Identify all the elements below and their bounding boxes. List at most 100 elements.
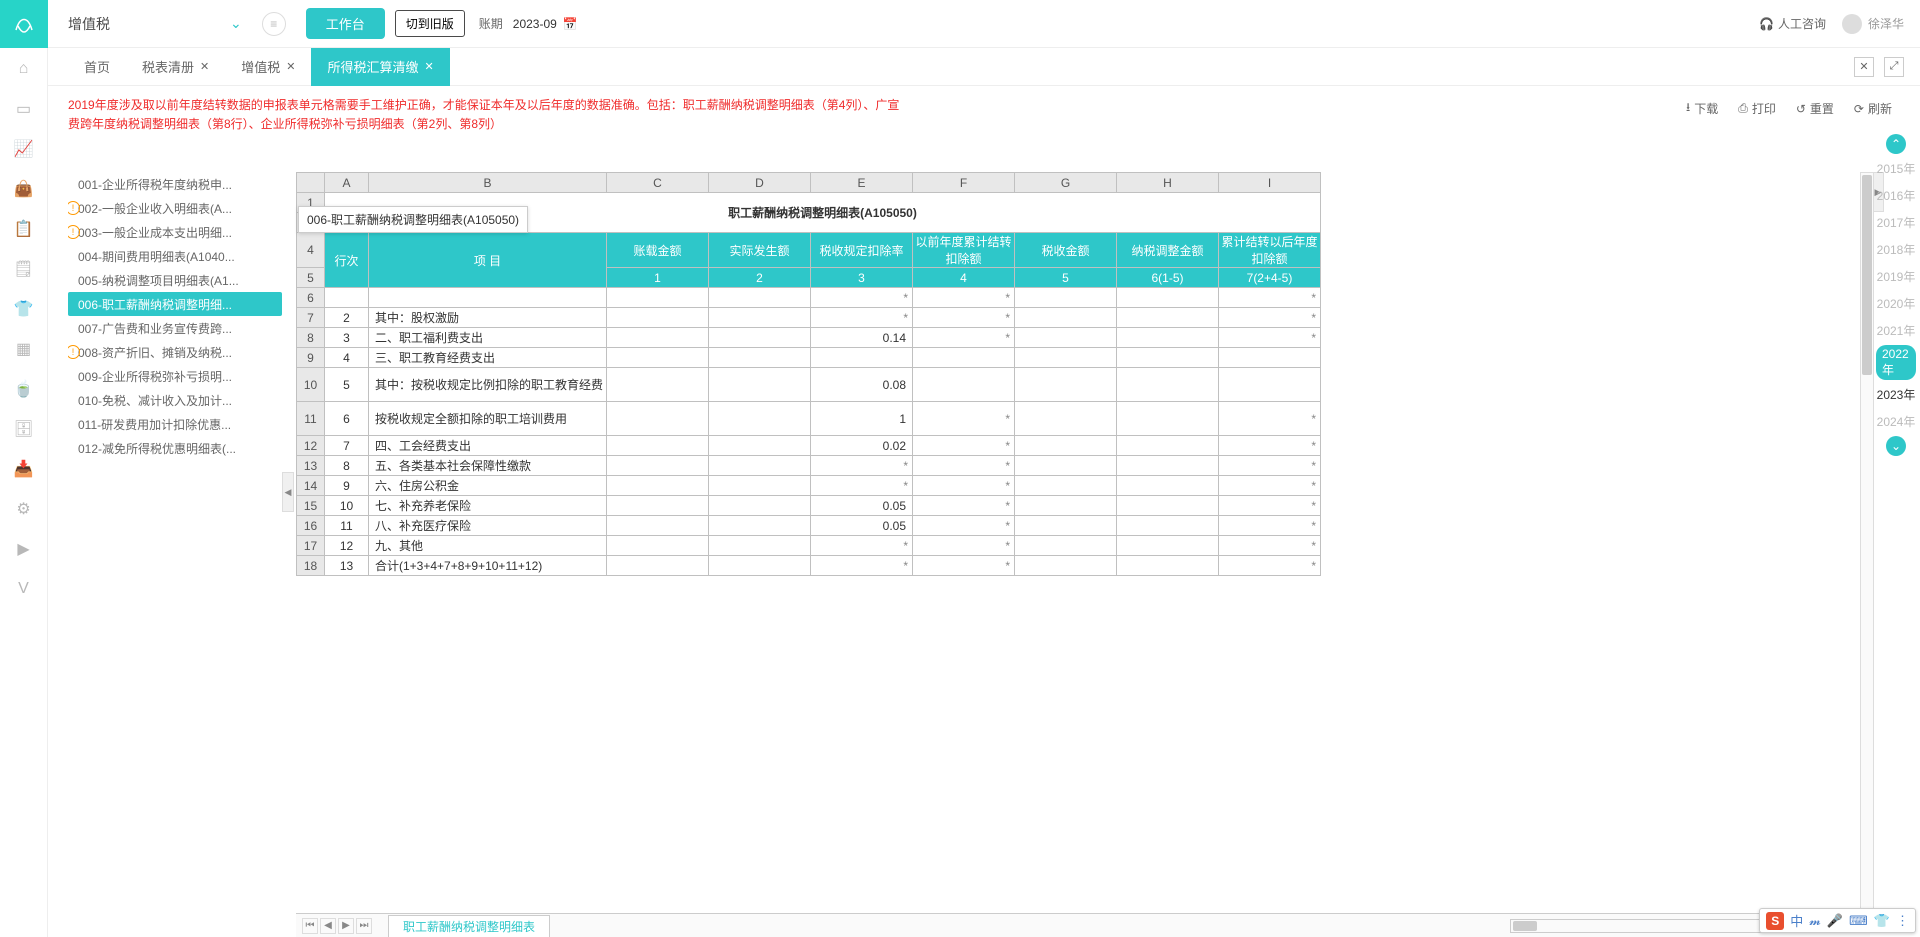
cell[interactable]: 税收金额 <box>1015 233 1117 268</box>
ime-skin-icon[interactable]: 👕 <box>1874 913 1890 929</box>
year-item[interactable]: 2016年 <box>1877 183 1916 208</box>
year-scroll-down-icon[interactable]: ⌄ <box>1886 436 1906 456</box>
cell[interactable] <box>1015 348 1117 368</box>
cell[interactable]: 8 <box>297 328 325 348</box>
cell[interactable] <box>1015 476 1117 496</box>
tax-icon[interactable]: 🍵 <box>13 378 35 400</box>
cell[interactable]: F <box>913 173 1015 193</box>
cell[interactable]: 14 <box>297 476 325 496</box>
year-item[interactable]: 2023年 <box>1877 382 1916 407</box>
cell[interactable] <box>709 536 811 556</box>
cell[interactable]: 16 <box>297 516 325 536</box>
cell[interactable] <box>607 516 709 536</box>
cell[interactable]: 以前年度累计结转扣除额 <box>913 233 1015 268</box>
cell[interactable] <box>811 348 913 368</box>
gear-icon[interactable]: ⚙ <box>13 498 35 520</box>
cell[interactable] <box>1117 456 1219 476</box>
cell[interactable]: * <box>913 288 1015 308</box>
cell[interactable]: 累计结转以后年度扣除额 <box>1219 233 1321 268</box>
form-list-item[interactable]: 009-企业所得税弥补亏损明... <box>68 364 282 388</box>
cell[interactable]: 六、住房公积金 <box>369 476 607 496</box>
cell[interactable]: 行次 <box>325 233 369 288</box>
cell[interactable]: D <box>709 173 811 193</box>
cell[interactable]: 2 <box>325 308 369 328</box>
cell[interactable]: 九、其他 <box>369 536 607 556</box>
cell[interactable] <box>1219 368 1321 402</box>
user-menu[interactable]: 徐泽华 <box>1842 14 1904 34</box>
cell[interactable]: 0.08 <box>811 368 913 402</box>
cell[interactable]: 15 <box>297 496 325 516</box>
cell[interactable]: 12 <box>325 536 369 556</box>
form-list-item[interactable]: 011-研发费用加计扣除优惠... <box>68 412 282 436</box>
ime-more-icon[interactable]: ⋮ <box>1896 913 1909 929</box>
cell[interactable] <box>709 328 811 348</box>
tab-1[interactable]: 税表清册✕ <box>126 48 225 86</box>
cell[interactable] <box>709 402 811 436</box>
cell[interactable]: 4 <box>297 233 325 268</box>
sheet-nav-last-icon[interactable]: ⏭ <box>356 918 372 934</box>
cell[interactable]: * <box>913 496 1015 516</box>
bag-icon[interactable]: 👜 <box>13 178 35 200</box>
cell[interactable]: A <box>325 173 369 193</box>
cell[interactable] <box>709 556 811 576</box>
cell[interactable]: 2 <box>709 268 811 288</box>
old-version-button[interactable]: 切到旧版 <box>395 10 465 37</box>
print-button[interactable]: ⎙打印 <box>1738 98 1776 119</box>
year-item[interactable]: 2021年 <box>1877 318 1916 343</box>
close-icon[interactable]: ✕ <box>200 60 209 73</box>
cell[interactable] <box>1015 516 1117 536</box>
menu-toggle-icon[interactable]: ≡ <box>262 12 286 36</box>
cell[interactable]: G <box>1015 173 1117 193</box>
cell[interactable]: 0.02 <box>811 436 913 456</box>
form-list-item[interactable]: 012-减免所得税优惠明细表(... <box>68 436 282 460</box>
cell[interactable]: 13 <box>297 456 325 476</box>
ime-toolbar[interactable]: S 中 𝓶 🎤 ⌨ 👕 ⋮ <box>1759 908 1916 933</box>
cell[interactable]: * <box>1219 536 1321 556</box>
cell[interactable] <box>709 288 811 308</box>
cell[interactable]: 7(2+4-5) <box>1219 268 1321 288</box>
ime-lang[interactable]: 中 <box>1790 911 1803 930</box>
tab-3[interactable]: 所得税汇算清缴✕ <box>311 48 449 86</box>
cell[interactable]: * <box>811 308 913 328</box>
cell[interactable] <box>607 288 709 308</box>
form-list-item[interactable]: 003-一般企业成本支出明细... <box>68 220 282 244</box>
cell[interactable] <box>709 436 811 456</box>
cell[interactable]: * <box>811 456 913 476</box>
cell[interactable]: * <box>913 476 1015 496</box>
cell[interactable] <box>607 476 709 496</box>
cell[interactable] <box>1117 368 1219 402</box>
cell[interactable]: 6 <box>325 402 369 436</box>
cell[interactable] <box>709 516 811 536</box>
cell[interactable] <box>1117 536 1219 556</box>
cell[interactable]: * <box>1219 308 1321 328</box>
cell[interactable]: 三、职工教育经费支出 <box>369 348 607 368</box>
cell[interactable] <box>709 456 811 476</box>
cell[interactable] <box>709 308 811 328</box>
cell[interactable] <box>1117 436 1219 456</box>
cell[interactable]: * <box>1219 328 1321 348</box>
cell[interactable] <box>1015 368 1117 402</box>
cell[interactable]: 8 <box>325 456 369 476</box>
cell[interactable]: * <box>1219 476 1321 496</box>
reset-button[interactable]: ↺重置 <box>1796 98 1834 119</box>
cell[interactable]: * <box>1219 288 1321 308</box>
cell[interactable]: 10 <box>325 496 369 516</box>
cell[interactable] <box>1117 496 1219 516</box>
cell[interactable] <box>607 456 709 476</box>
cell[interactable] <box>1117 556 1219 576</box>
cell[interactable]: * <box>913 328 1015 348</box>
year-item[interactable]: 2017年 <box>1877 210 1916 235</box>
shirt-icon[interactable]: 👕 <box>13 298 35 320</box>
year-item[interactable]: 2020年 <box>1877 291 1916 316</box>
cell[interactable] <box>1015 402 1117 436</box>
year-item[interactable]: 2024年 <box>1877 409 1916 434</box>
cell[interactable]: 税收规定扣除率 <box>811 233 913 268</box>
cell[interactable]: * <box>1219 496 1321 516</box>
cell[interactable]: 5 <box>297 268 325 288</box>
cell[interactable] <box>1015 328 1117 348</box>
cell[interactable] <box>325 288 369 308</box>
cell[interactable] <box>1117 328 1219 348</box>
cell[interactable]: 1 <box>811 402 913 436</box>
cell[interactable] <box>607 348 709 368</box>
cell[interactable]: 4 <box>913 268 1015 288</box>
